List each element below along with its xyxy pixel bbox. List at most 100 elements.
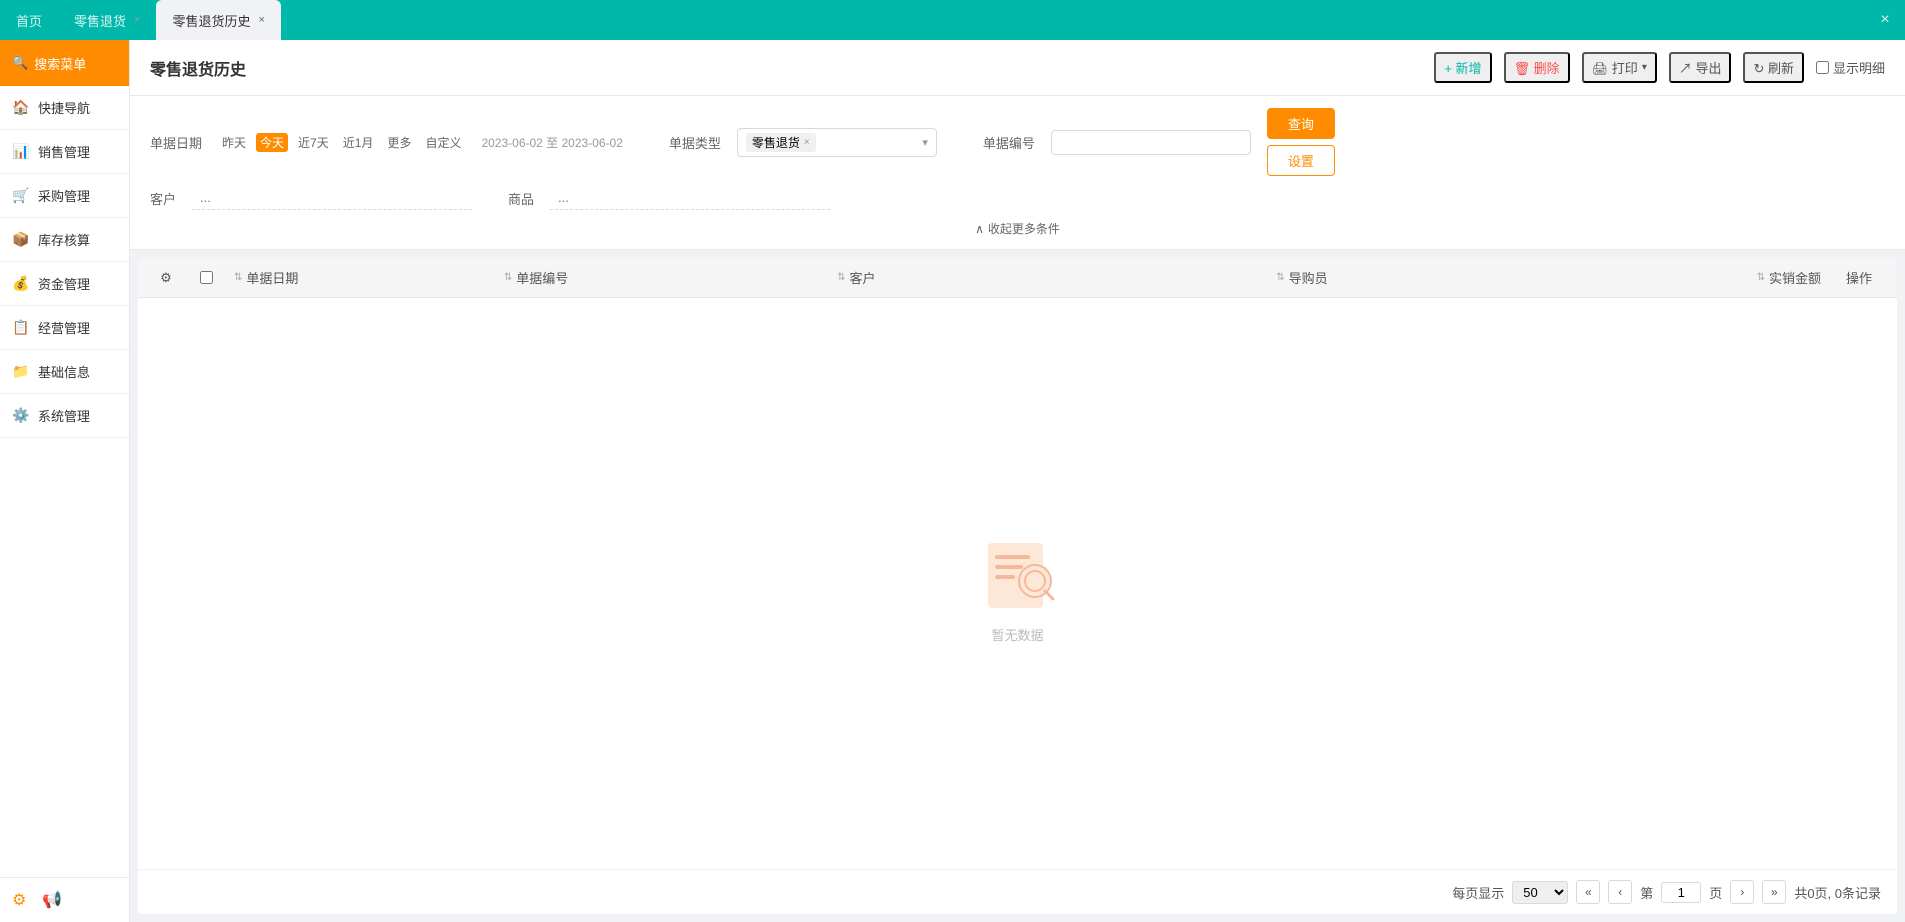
search-icon: 🔍 (12, 55, 28, 71)
first-page-button[interactable]: « (1576, 880, 1600, 904)
print-chevron-icon: ▾ (1642, 62, 1647, 73)
pagination: 每页显示 50 10 20 100 « ‹ 第 页 › (138, 869, 1897, 914)
page-header: 零售退货历史 + 新增 🗑 删除 🖨 打印 ▾ ↗ 导出 ↻ 刷新 (130, 40, 1905, 96)
th-checkbox[interactable] (186, 271, 226, 284)
finance-icon: 💰 (12, 275, 30, 293)
export-button[interactable]: ↗ 导出 (1669, 52, 1732, 83)
sort-icon-num[interactable]: ⇅ (504, 272, 512, 283)
date-label: 单据日期 (150, 133, 202, 152)
top-bar: 首页 零售退货 × 零售退货历史 × × (0, 0, 1905, 40)
empty-text: 暂无数据 (991, 625, 1043, 644)
type-tag-close[interactable]: × (804, 137, 810, 148)
sort-icon-customer[interactable]: ⇅ (837, 272, 845, 283)
sidebar: 🔍 搜索菜单 🏠 快捷导航 📊 销售管理 🛒 采购管理 📦 库存核算 💰 资金管… (0, 40, 130, 922)
sidebar-item-inventory[interactable]: 📦 库存核算 (0, 218, 129, 262)
show-detail-checkbox-label[interactable]: 显示明细 (1816, 58, 1885, 77)
main-layout: 🔍 搜索菜单 🏠 快捷导航 📊 销售管理 🛒 采购管理 📦 库存核算 💰 资金管… (0, 40, 1905, 922)
column-settings-icon[interactable]: ⚙ (160, 270, 172, 286)
date-shortcut-yesterday[interactable]: 昨天 (218, 133, 250, 152)
date-range-display: 2023-06-02 至 2023-06-02 (481, 134, 622, 151)
delete-button[interactable]: 🗑 删除 (1504, 52, 1570, 83)
sidebar-item-purchase[interactable]: 🛒 采购管理 (0, 174, 129, 218)
type-label: 单据类型 (669, 133, 721, 152)
speaker-icon[interactable]: 📢 (42, 890, 62, 910)
filter-row-1: 单据日期 昨天 今天 近7天 近1月 更多 自定义 2023-06-02 至 2… (150, 108, 1885, 176)
sidebar-bottom: ⚙ 📢 (0, 877, 129, 922)
date-shortcut-today[interactable]: 今天 (256, 133, 288, 152)
table-header: ⚙ ⇅ 单据日期 ⇅ 单据编号 ⇅ 客户 ⇅ (138, 258, 1897, 298)
tab-retail-return-history[interactable]: 零售退货历史 × (156, 0, 280, 40)
collapse-icon: ∧ (975, 222, 984, 236)
customer-input[interactable] (192, 186, 472, 210)
first-page-icon: « (1585, 885, 1592, 899)
filter-row-2: 客户 商品 (150, 186, 1885, 210)
operations-icon: 📋 (12, 319, 30, 337)
page-size-select[interactable]: 50 10 20 100 (1512, 881, 1568, 904)
th-date: ⇅ 单据日期 (226, 268, 496, 287)
sort-icon-guide[interactable]: ⇅ (1276, 272, 1284, 283)
goods-input[interactable] (550, 186, 830, 210)
type-dropdown-icon: ▾ (922, 136, 928, 149)
date-shortcut-more[interactable]: 更多 (383, 133, 415, 152)
home-icon: 🏠 (12, 99, 30, 117)
th-amount: ⇅ 实销金额 (1601, 268, 1829, 287)
sort-icon-date[interactable]: ⇅ (234, 272, 242, 283)
doc-num-label: 单据编号 (983, 133, 1035, 152)
sort-icon-amount[interactable]: ⇅ (1757, 272, 1765, 283)
page-title: 零售退货历史 (150, 56, 246, 80)
date-shortcut-7days[interactable]: 近7天 (294, 133, 333, 152)
toolbar: + 新增 🗑 删除 🖨 打印 ▾ ↗ 导出 ↻ 刷新 显示明细 (1434, 52, 1885, 83)
sidebar-search[interactable]: 🔍 搜索菜单 (0, 40, 129, 86)
close-tab-retail-return-history[interactable]: × (258, 14, 264, 26)
next-page-icon: › (1740, 885, 1744, 899)
add-button[interactable]: + 新增 (1434, 52, 1491, 83)
sidebar-item-sales[interactable]: 📊 销售管理 (0, 130, 129, 174)
total-info: 共0页, 0条记录 (1794, 883, 1881, 902)
query-button[interactable]: 查询 (1267, 108, 1335, 139)
date-shortcut-custom[interactable]: 自定义 (421, 133, 465, 152)
system-icon: ⚙️ (12, 407, 30, 425)
table-area: ⚙ ⇅ 单据日期 ⇅ 单据编号 ⇅ 客户 ⇅ (138, 258, 1897, 914)
th-settings[interactable]: ⚙ (146, 270, 186, 286)
purchase-icon: 🛒 (12, 187, 30, 205)
print-button[interactable]: 🖨 打印 ▾ (1582, 52, 1657, 83)
last-page-icon: » (1771, 885, 1778, 899)
date-shortcuts: 昨天 今天 近7天 近1月 更多 自定义 (218, 133, 465, 152)
action-buttons: 查询 设置 (1267, 108, 1335, 176)
sidebar-item-basic-info[interactable]: 📁 基础信息 (0, 350, 129, 394)
type-tag: 零售退货 × (746, 133, 816, 152)
collapse-more[interactable]: ∧ 收起更多条件 (150, 220, 1885, 237)
sidebar-item-quick-nav[interactable]: 🏠 快捷导航 (0, 86, 129, 130)
customer-label: 客户 (150, 189, 176, 208)
sales-icon: 📊 (12, 143, 30, 161)
window-close-button[interactable]: × (1865, 0, 1905, 40)
doc-num-input[interactable] (1051, 130, 1251, 155)
empty-icon (973, 523, 1063, 613)
th-num: ⇅ 单据编号 (496, 268, 829, 287)
prev-page-button[interactable]: ‹ (1608, 880, 1632, 904)
th-guide: ⇅ 导购员 (1268, 268, 1601, 287)
basic-info-icon: 📁 (12, 363, 30, 381)
last-page-button[interactable]: » (1762, 880, 1786, 904)
sidebar-item-operations[interactable]: 📋 经营管理 (0, 306, 129, 350)
empty-state: 暂无数据 (138, 298, 1897, 869)
settings-bottom-icon[interactable]: ⚙ (12, 890, 26, 910)
page-unit: 页 (1709, 883, 1722, 902)
close-tab-retail-return[interactable]: × (134, 14, 140, 26)
next-page-button[interactable]: › (1730, 880, 1754, 904)
tab-home[interactable]: 首页 (0, 0, 58, 40)
page-number-input[interactable] (1661, 882, 1701, 903)
show-detail-checkbox[interactable] (1816, 61, 1829, 74)
page-size-label: 每页显示 (1452, 883, 1504, 902)
type-selector[interactable]: 零售退货 × ▾ (737, 128, 937, 157)
sidebar-item-finance[interactable]: 💰 资金管理 (0, 262, 129, 306)
tab-retail-return[interactable]: 零售退货 × (58, 0, 156, 40)
date-shortcut-1month[interactable]: 近1月 (339, 133, 378, 152)
th-customer: ⇅ 客户 (829, 268, 1268, 287)
prev-page-icon: ‹ (1618, 885, 1622, 899)
refresh-button[interactable]: ↻ 刷新 (1743, 52, 1804, 83)
select-all-checkbox[interactable] (200, 271, 213, 284)
sidebar-item-system[interactable]: ⚙️ 系统管理 (0, 394, 129, 438)
filter-settings-button[interactable]: 设置 (1267, 145, 1335, 176)
th-action: 操作 (1829, 268, 1889, 287)
